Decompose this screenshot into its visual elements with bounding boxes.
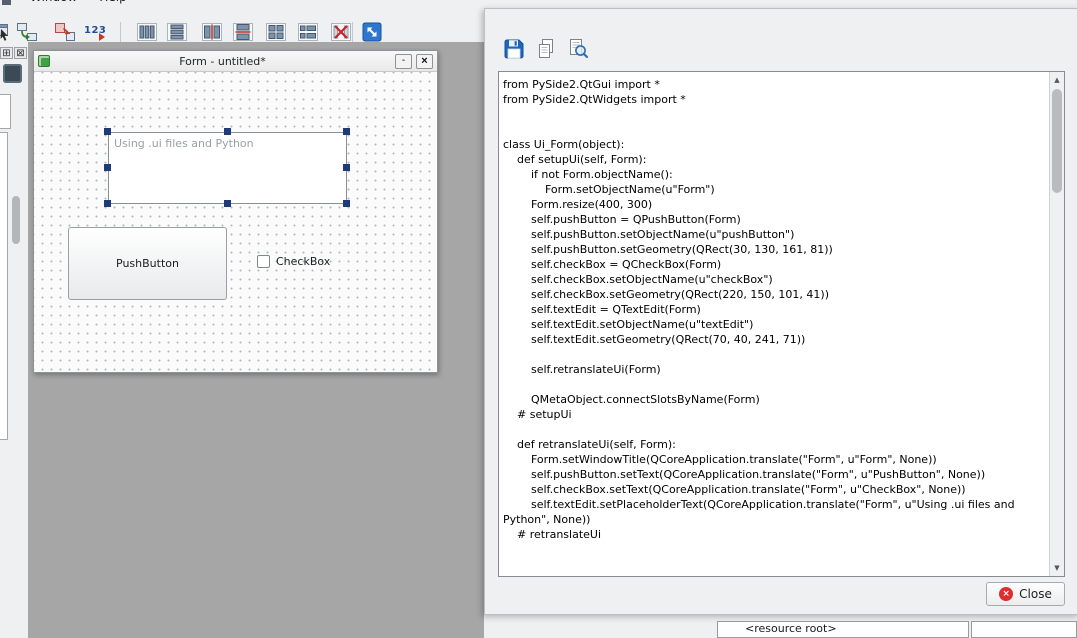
save-button[interactable] bbox=[501, 36, 527, 62]
edit-buddies-icon bbox=[53, 20, 77, 44]
edit-signals-slots-icon bbox=[15, 20, 39, 44]
find-icon bbox=[566, 37, 590, 61]
break-layout-icon bbox=[329, 20, 353, 44]
menu-window[interactable]: Window bbox=[30, 0, 77, 4]
layout-horizontally-icon bbox=[135, 20, 159, 44]
selection-handle[interactable] bbox=[343, 164, 350, 171]
resource-panel-fragment bbox=[971, 621, 1077, 638]
menu-help[interactable]: Help bbox=[99, 0, 126, 4]
tab-order-arrow-icon bbox=[99, 33, 105, 41]
scrollbar-thumb[interactable] bbox=[1052, 89, 1062, 193]
textedit-widget[interactable]: Using .ui files and Python bbox=[108, 132, 347, 204]
qt-designer-screen: Window Help bbox=[0, 0, 1077, 638]
pushbutton-widget[interactable]: PushButton bbox=[68, 227, 227, 300]
resource-tree-fragment[interactable]: <resource root> bbox=[717, 621, 969, 638]
layout-form-icon bbox=[296, 20, 320, 44]
save-icon bbox=[502, 37, 526, 61]
close-button-label: Close bbox=[1019, 587, 1052, 601]
form-designer-window: Form - untitled* - × Using .ui files and… bbox=[33, 50, 438, 373]
layout-grid-icon bbox=[264, 20, 288, 44]
scroll-up-icon[interactable]: ▲ bbox=[1050, 73, 1064, 87]
selection-handle[interactable] bbox=[104, 128, 111, 135]
menubar-icon bbox=[2, 0, 11, 5]
form-window-titlebar[interactable]: Form - untitled* - × bbox=[34, 51, 437, 72]
layout-vertical-splitter-icon bbox=[231, 20, 255, 44]
form-window-title: Form - untitled* bbox=[54, 55, 391, 68]
adjust-size-icon bbox=[360, 20, 384, 44]
code-view[interactable]: from PySide2.QtGui import * from PySide2… bbox=[498, 71, 1065, 577]
layout-horizontal-splitter-icon bbox=[200, 20, 224, 44]
resource-root-item[interactable]: <resource root> bbox=[745, 622, 837, 635]
copy-button[interactable] bbox=[533, 36, 559, 62]
checkbox-label: CheckBox bbox=[276, 255, 330, 268]
form-file-icon bbox=[38, 55, 50, 67]
layout-vertically-icon bbox=[165, 20, 189, 44]
edit-widgets-button[interactable] bbox=[0, 19, 14, 45]
scroll-down-icon[interactable]: ▼ bbox=[1050, 561, 1064, 575]
find-button[interactable] bbox=[565, 36, 591, 62]
dock-fragment bbox=[0, 132, 8, 440]
form-canvas[interactable]: Using .ui files and Python PushButton Ch… bbox=[34, 72, 437, 372]
toolbar-separator bbox=[352, 22, 353, 43]
selection-handle[interactable] bbox=[343, 200, 350, 207]
edit-widgets-icon bbox=[0, 20, 13, 44]
checkbox-widget[interactable]: CheckBox bbox=[257, 255, 330, 268]
selection-handle[interactable] bbox=[104, 164, 111, 171]
textedit-placeholder: Using .ui files and Python bbox=[109, 133, 346, 154]
copy-icon bbox=[534, 37, 558, 61]
form-close-button[interactable]: × bbox=[416, 54, 433, 69]
code-preview-dialog: from PySide2.QtGui import * from PySide2… bbox=[484, 8, 1077, 615]
dock-fragment bbox=[0, 94, 11, 129]
toolbar-separator bbox=[120, 22, 121, 43]
selection-handle[interactable] bbox=[224, 200, 231, 207]
vertical-scrollbar[interactable]: ▲ ▼ bbox=[1049, 72, 1064, 576]
selection-handle[interactable] bbox=[224, 128, 231, 135]
dock-scrollbar-fragment[interactable] bbox=[12, 196, 20, 244]
form-minimize-button[interactable]: - bbox=[395, 54, 412, 69]
selection-handle[interactable] bbox=[104, 200, 111, 207]
selection-handle[interactable] bbox=[343, 128, 350, 135]
code-text: from PySide2.QtGui import * from PySide2… bbox=[499, 72, 1049, 576]
dialog-close-button[interactable]: × Close bbox=[986, 582, 1065, 606]
checkbox-indicator[interactable] bbox=[257, 255, 270, 268]
mdi-close-button[interactable]: ⊠ bbox=[14, 47, 27, 59]
dialog-close-icon: × bbox=[999, 587, 1013, 601]
mdi-restore-button[interactable]: ⊞ bbox=[0, 47, 13, 59]
side-toolbar-icon[interactable] bbox=[3, 64, 22, 83]
